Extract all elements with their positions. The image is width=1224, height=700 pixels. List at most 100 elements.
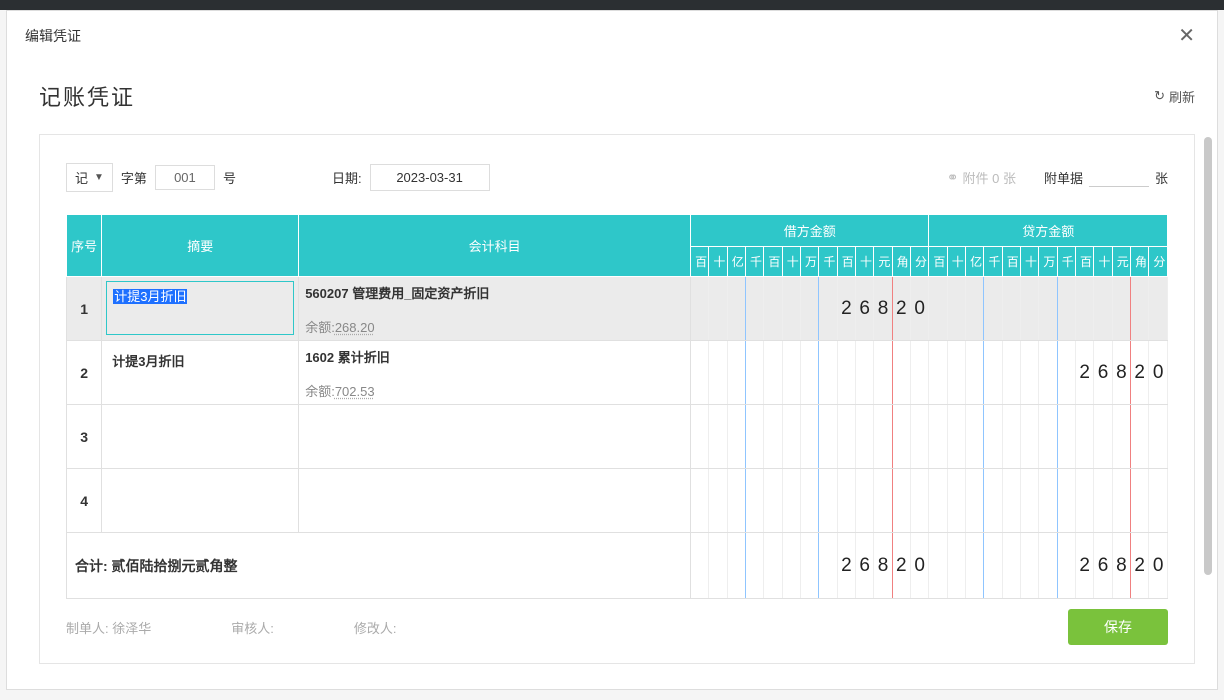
close-icon[interactable]: ✕ (1174, 23, 1199, 48)
debit-digit[interactable] (801, 341, 819, 405)
credit-digit[interactable] (929, 277, 947, 341)
credit-digit[interactable] (1131, 277, 1149, 341)
debit-digit[interactable] (874, 341, 892, 405)
debit-digit[interactable] (782, 405, 800, 469)
debit-digit[interactable] (764, 405, 782, 469)
credit-digit[interactable] (984, 405, 1002, 469)
credit-digit[interactable] (1039, 405, 1057, 469)
debit-digit[interactable] (691, 405, 709, 469)
debit-digit[interactable] (727, 277, 745, 341)
total-debit-digit[interactable] (691, 533, 709, 599)
total-credit-digit[interactable] (1039, 533, 1057, 599)
credit-digit[interactable] (947, 469, 965, 533)
credit-digit[interactable] (1021, 341, 1039, 405)
debit-digit[interactable] (709, 469, 727, 533)
debit-digit[interactable]: 0 (911, 277, 929, 341)
debit-digit[interactable]: 8 (874, 277, 892, 341)
credit-digit[interactable] (947, 341, 965, 405)
summary-input[interactable]: 计提3月折旧 (106, 281, 294, 335)
credit-digit[interactable] (1112, 277, 1130, 341)
credit-digit[interactable] (984, 277, 1002, 341)
credit-digit[interactable] (1002, 405, 1020, 469)
date-input[interactable]: 2023-03-31 (370, 164, 490, 191)
debit-digit[interactable] (691, 277, 709, 341)
debit-digit[interactable] (819, 405, 837, 469)
debit-digit[interactable] (801, 469, 819, 533)
debit-digit[interactable] (782, 341, 800, 405)
credit-digit[interactable] (1039, 277, 1057, 341)
credit-digit[interactable] (966, 277, 984, 341)
credit-digit[interactable] (1076, 277, 1094, 341)
debit-digit[interactable] (764, 277, 782, 341)
debit-digit[interactable] (709, 405, 727, 469)
subject-cell[interactable] (299, 405, 691, 469)
debit-digit[interactable] (837, 405, 855, 469)
debit-digit[interactable] (801, 277, 819, 341)
debit-digit[interactable] (691, 341, 709, 405)
credit-digit[interactable] (1021, 405, 1039, 469)
voucher-number-input[interactable]: 001 (155, 165, 215, 190)
credit-digit[interactable] (1112, 469, 1130, 533)
total-debit-digit[interactable] (819, 533, 837, 599)
vertical-scrollbar[interactable] (1201, 71, 1215, 679)
credit-digit[interactable] (1149, 469, 1168, 533)
credit-digit[interactable] (1021, 469, 1039, 533)
credit-digit[interactable] (984, 469, 1002, 533)
credit-digit[interactable] (1057, 405, 1075, 469)
subject-cell[interactable] (299, 469, 691, 533)
credit-digit[interactable] (929, 469, 947, 533)
debit-digit[interactable] (727, 341, 745, 405)
debit-digit[interactable] (911, 469, 929, 533)
credit-digit[interactable] (966, 405, 984, 469)
credit-digit[interactable] (1002, 341, 1020, 405)
refresh-button[interactable]: ↻ 刷新 (1154, 87, 1195, 106)
save-button[interactable]: 保存 (1068, 609, 1168, 645)
credit-digit[interactable] (947, 277, 965, 341)
total-debit-digit[interactable] (782, 533, 800, 599)
credit-digit[interactable] (1002, 469, 1020, 533)
debit-digit[interactable] (911, 341, 929, 405)
total-credit-digit[interactable]: 8 (1112, 533, 1130, 599)
total-credit-digit[interactable] (966, 533, 984, 599)
total-credit-digit[interactable]: 2 (1131, 533, 1149, 599)
total-debit-digit[interactable] (709, 533, 727, 599)
debit-digit[interactable] (727, 405, 745, 469)
debit-digit[interactable] (892, 405, 910, 469)
credit-digit[interactable] (984, 341, 1002, 405)
debit-digit[interactable] (746, 277, 764, 341)
credit-digit[interactable] (947, 405, 965, 469)
debit-digit[interactable] (874, 405, 892, 469)
debit-digit[interactable] (746, 341, 764, 405)
credit-digit[interactable] (1094, 405, 1112, 469)
debit-digit[interactable] (746, 405, 764, 469)
total-credit-digit[interactable]: 6 (1094, 533, 1112, 599)
debit-digit[interactable] (819, 277, 837, 341)
summary-cell[interactable]: 计提3月折旧 (102, 341, 299, 405)
credit-digit[interactable] (929, 341, 947, 405)
subject-cell[interactable]: 560207 管理费用_固定资产折旧余额:268.20 (299, 277, 691, 341)
credit-digit[interactable]: 2 (1076, 341, 1094, 405)
debit-digit[interactable] (837, 469, 855, 533)
total-credit-digit[interactable] (984, 533, 1002, 599)
bill-count-input[interactable] (1089, 169, 1149, 187)
debit-digit[interactable]: 2 (892, 277, 910, 341)
credit-digit[interactable] (1076, 405, 1094, 469)
attachment-link[interactable]: ⚭ 附件 0 张 (947, 168, 1016, 187)
credit-digit[interactable] (1131, 405, 1149, 469)
debit-digit[interactable] (856, 405, 874, 469)
total-credit-digit[interactable] (929, 533, 947, 599)
debit-digit[interactable] (709, 341, 727, 405)
credit-digit[interactable]: 8 (1112, 341, 1130, 405)
debit-digit[interactable] (819, 341, 837, 405)
total-debit-digit[interactable]: 8 (874, 533, 892, 599)
debit-digit[interactable] (746, 469, 764, 533)
credit-digit[interactable] (1057, 341, 1075, 405)
credit-digit[interactable] (1112, 405, 1130, 469)
total-debit-digit[interactable] (801, 533, 819, 599)
total-debit-digit[interactable] (764, 533, 782, 599)
debit-digit[interactable] (856, 341, 874, 405)
debit-digit[interactable]: 2 (837, 277, 855, 341)
credit-digit[interactable]: 0 (1149, 341, 1168, 405)
credit-digit[interactable] (1057, 469, 1075, 533)
total-credit-digit[interactable]: 2 (1076, 533, 1094, 599)
